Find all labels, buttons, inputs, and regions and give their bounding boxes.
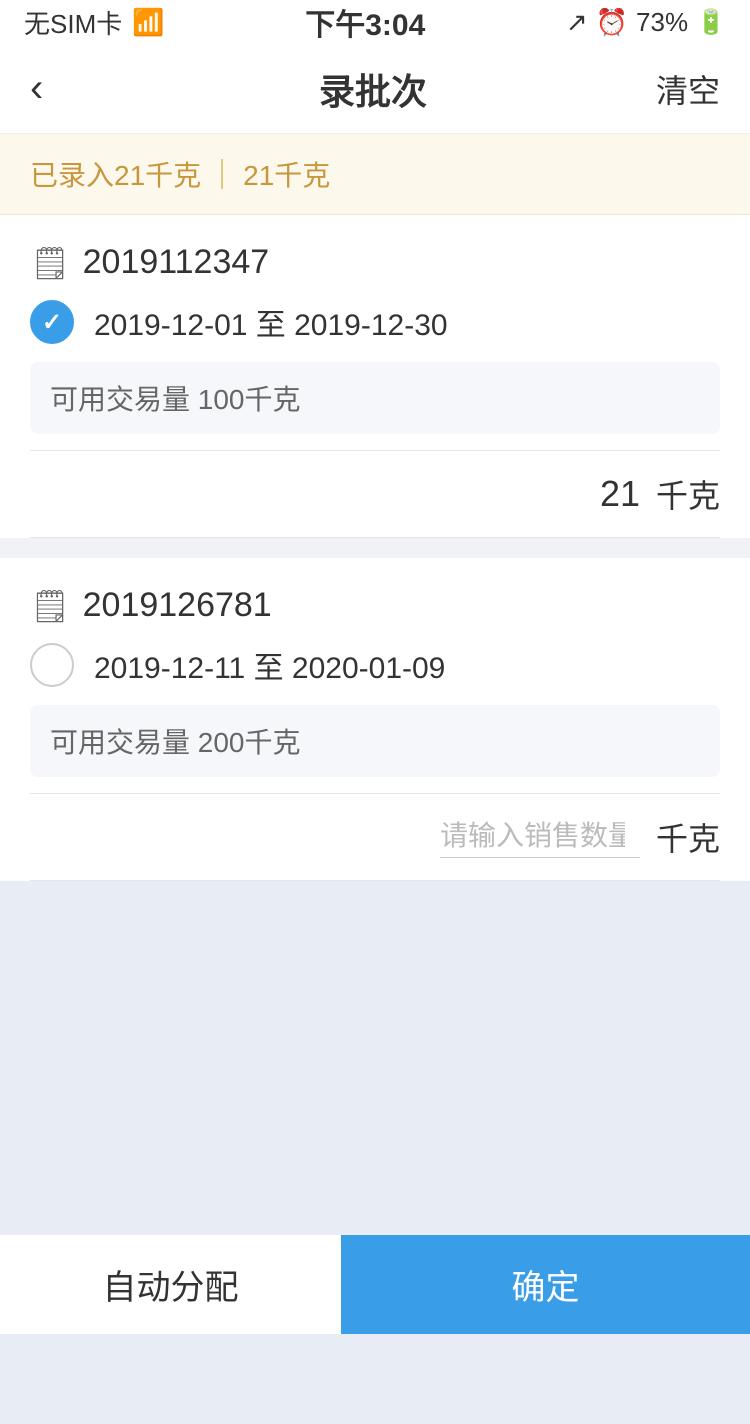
batch-2-input[interactable]: [440, 816, 640, 858]
batch-1-value: 21: [600, 473, 640, 515]
bottom-bar: 自动分配 确定: [0, 1234, 750, 1334]
batch-1-quantity: 可用交易量 100千克: [30, 362, 720, 434]
batch-2-icon: 🗒: [30, 587, 71, 625]
batch-2-input-row: 千克: [0, 794, 750, 880]
batch-2-quantity: 可用交易量 200千克: [30, 705, 720, 777]
batch-card-1: 🗒 2019112347 ✓ 2019-12-01 至 2019-12-30 可…: [0, 215, 750, 538]
battery-icon: 🔋: [696, 8, 726, 37]
clear-button[interactable]: 清空: [656, 66, 720, 112]
bottom-spacer: [0, 881, 750, 1424]
battery-level: 73%: [636, 7, 688, 38]
location-icon: ↗: [566, 7, 588, 38]
batch-1-row[interactable]: ✓ 2019-12-01 至 2019-12-30: [0, 292, 750, 354]
status-left: 无SIM卡 📶: [24, 4, 165, 41]
batch-1-id: 2019112347: [83, 243, 270, 282]
batch-2-date: 2019-12-11 至 2020-01-09: [94, 643, 445, 687]
wifi-icon: 📶: [132, 7, 164, 38]
sim-status: 无SIM卡: [24, 4, 122, 41]
batch-1-input-row: 21 千克: [0, 451, 750, 537]
auto-distribute-button[interactable]: 自动分配: [0, 1235, 341, 1334]
batch-2-unit: 千克: [656, 814, 720, 860]
checkmark-icon: ✓: [42, 308, 62, 337]
nav-bar: ‹ 录批次 清空: [0, 44, 750, 134]
status-time: 下午3:04: [305, 0, 425, 44]
info-banner: 已录入21千克 21千克: [0, 134, 750, 215]
card-divider-1: [0, 538, 750, 558]
confirm-button[interactable]: 确定: [341, 1235, 750, 1334]
recorded-value: 21千克: [243, 154, 330, 194]
batch-2-header: 🗒 2019126781: [0, 558, 750, 635]
page-title: 录批次: [319, 63, 427, 115]
status-right: ↗ ⏰ 73% 🔋: [566, 7, 726, 38]
batch-1-radio[interactable]: ✓: [30, 300, 74, 344]
batch-1-unit: 千克: [656, 471, 720, 517]
back-button[interactable]: ‹: [30, 66, 90, 111]
status-bar: 无SIM卡 📶 下午3:04 ↗ ⏰ 73% 🔋: [0, 0, 750, 44]
batch-2-radio[interactable]: [30, 643, 74, 687]
batch-1-icon: 🗒: [30, 244, 71, 282]
batch-card-2: 🗒 2019126781 2019-12-11 至 2020-01-09 可用交…: [0, 558, 750, 881]
batch-2-row[interactable]: 2019-12-11 至 2020-01-09: [0, 635, 750, 697]
recorded-label: 已录入21千克: [30, 154, 201, 194]
batch-1-header: 🗒 2019112347: [0, 215, 750, 292]
batch-1-date: 2019-12-01 至 2019-12-30: [94, 300, 448, 344]
batch-2-id: 2019126781: [83, 586, 272, 625]
alarm-icon: ⏰: [596, 7, 628, 38]
banner-divider: [221, 159, 223, 189]
